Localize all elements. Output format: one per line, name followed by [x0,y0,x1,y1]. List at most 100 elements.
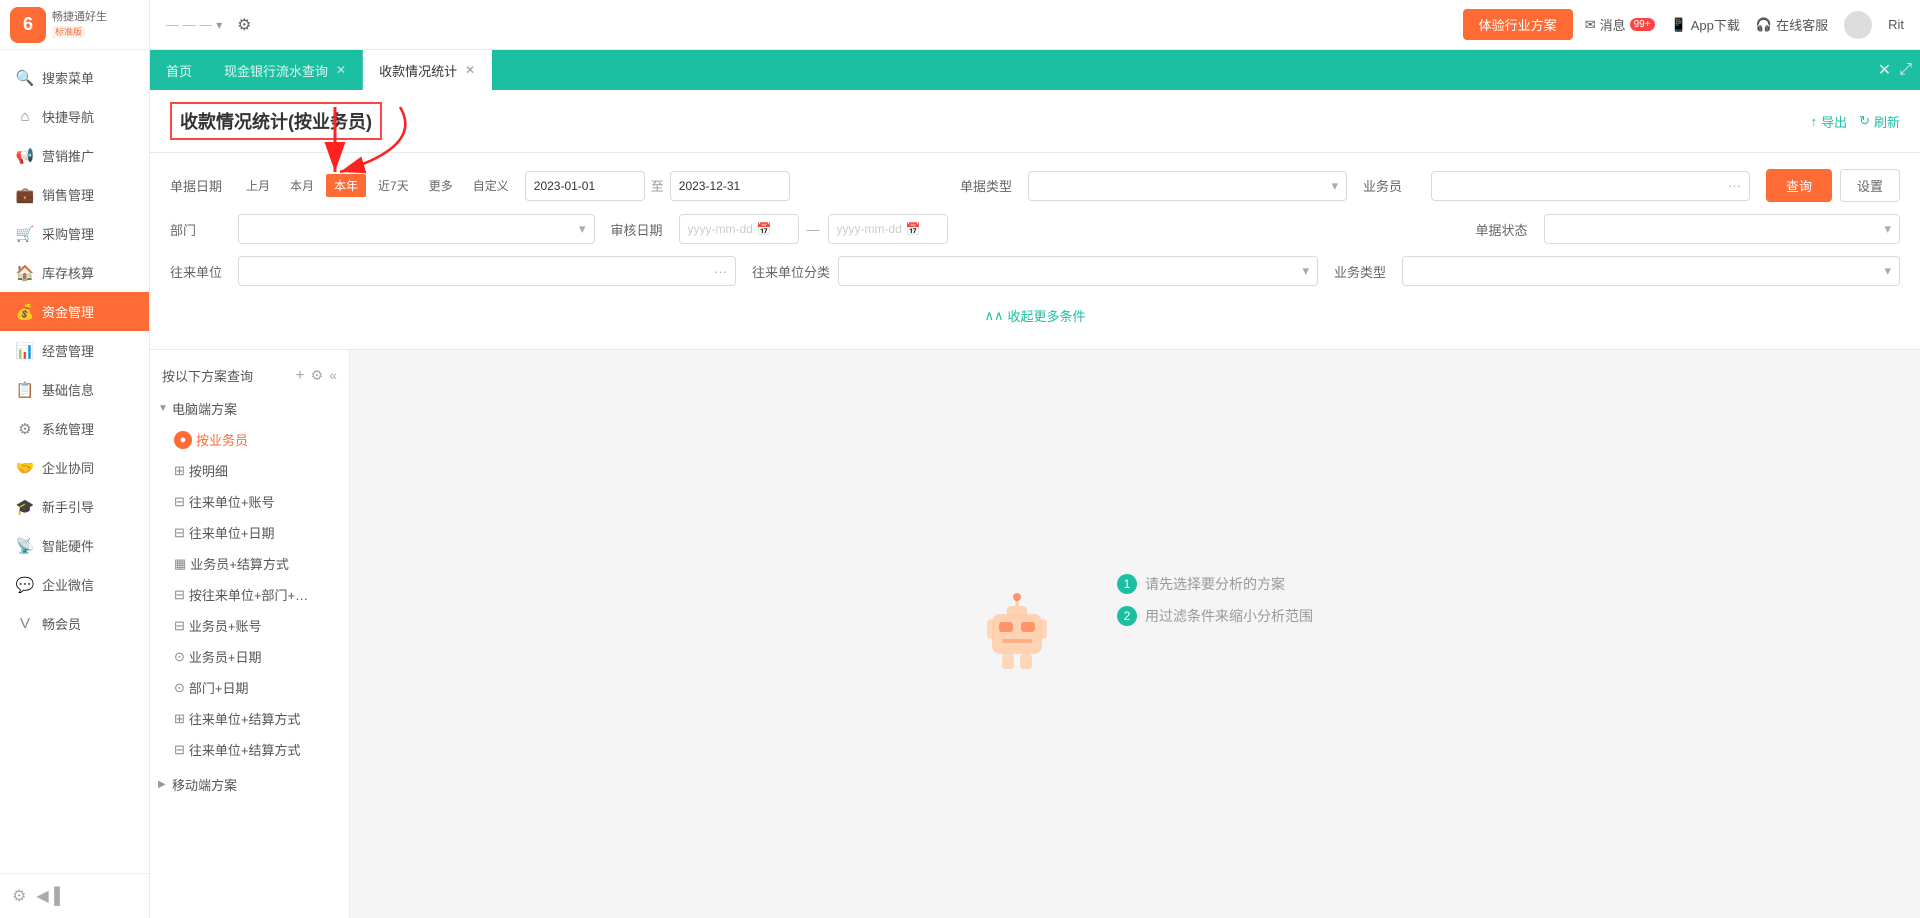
unit-account-icon: ⊟ [174,494,185,510]
enterprise-icon: 🤝 [16,459,34,477]
sidebar-item-guide[interactable]: 🎓 新手引导 [0,487,149,526]
empty-illustration [957,574,1077,694]
sidebar-item-inventory[interactable]: 🏠 库存核算 [0,253,149,292]
sidebar-item-label: 资金管理 [42,302,94,321]
app-download-action[interactable]: 📱 App下载 [1671,15,1740,34]
voucher-status-select[interactable]: ▾ [1544,214,1901,244]
sidebar-item-marketing[interactable]: 📢 营销推广 [0,136,149,175]
salesman-label: 业务员 [1363,176,1423,195]
page-title: 收款情况统计(按业务员) [170,102,382,140]
audit-date-from[interactable]: yyyy-mm-dd 📅 [679,214,799,244]
settings-footer-icon[interactable]: ⚙ [12,886,26,906]
tab-bank-flow-close[interactable]: ✕ [336,63,346,77]
date-tab-more[interactable]: 更多 [421,174,461,197]
collapse-btn[interactable]: ∧∧ 收起更多条件 [170,298,1900,333]
date-tab-last-month[interactable]: 上月 [238,174,278,197]
unit-date-icon: ⊟ [174,525,185,541]
tab-receipt-stats[interactable]: 收款情况统计 ✕ [363,50,492,90]
sidebar-item-wechat[interactable]: 💬 企业微信 [0,565,149,604]
hint-num-1: 1 [1117,574,1137,594]
breadcrumb-select[interactable]: — — — ▾ [166,17,222,32]
query-actions: 查询 设置 [1766,169,1900,202]
scheme-settings-icon[interactable]: ⚙ [311,367,324,385]
audit-date-to[interactable]: yyyy-mm-dd 📅 [828,214,948,244]
date-tab-this-month[interactable]: 本月 [282,174,322,197]
refresh-btn[interactable]: ↻ 刷新 [1859,112,1900,131]
tree-item-unit-date[interactable]: ⊟ 往来单位+日期 [150,517,349,548]
sidebar-item-search[interactable]: 🔍 搜索菜单 [0,58,149,97]
business-type-select[interactable]: ▾ [1402,256,1900,286]
settings-button[interactable]: 设置 [1840,169,1900,202]
tree-item-salesman-date[interactable]: ⊙ 业务员+日期 [150,641,349,672]
sidebar-item-label: 智能硬件 [42,536,94,555]
tree-item-detail[interactable]: ⊞ 按明细 [150,455,349,486]
export-btn[interactable]: ↑ 导出 [1811,112,1848,131]
sidebar-item-sales[interactable]: 💼 销售管理 [0,175,149,214]
sidebar-item-operations[interactable]: 📊 经营管理 [0,331,149,370]
tab-home[interactable]: 首页 [150,61,208,80]
date-tab-this-year[interactable]: 本年 [326,174,366,197]
tree-item-dept-date[interactable]: ⊙ 部门+日期 [150,672,349,703]
tree-item-unit-settlement1[interactable]: ⊞ 往来单位+结算方式 [150,703,349,734]
expand-icon[interactable]: ◀▐ [36,886,60,906]
hint-text-1: 请先选择要分析的方案 [1145,574,1285,594]
sidebar-item-label: 经营管理 [42,341,94,360]
sidebar-item-label: 销售管理 [42,185,94,204]
sidebar-item-basic[interactable]: 📋 基础信息 [0,370,149,409]
system-icon: ⚙ [16,420,34,438]
tree-item-unit-settlement2[interactable]: ⊟ 往来单位+结算方式 [150,734,349,765]
service-icon: 🎧 [1756,17,1772,33]
sidebar-item-system[interactable]: ⚙ 系统管理 [0,409,149,448]
collapse-panel-icon[interactable]: « [329,367,337,385]
online-service-action[interactable]: 🎧 在线客服 [1756,15,1828,34]
query-button[interactable]: 查询 [1766,169,1832,202]
sidebar-item-purchase[interactable]: 🛒 采购管理 [0,214,149,253]
tree-item-salesman-account[interactable]: ⊟ 业务员+账号 [150,610,349,641]
sidebar-item-enterprise[interactable]: 🤝 企业协同 [0,448,149,487]
filter-item-counterpart: 往来单位 ··· [170,256,736,286]
date-tab-7days[interactable]: 近7天 [370,174,417,197]
date-to-input[interactable]: 2023-12-31 [670,171,790,201]
dept-select[interactable]: ▾ [238,214,595,244]
tab-close-all-icon[interactable]: ✕ [1878,60,1891,80]
tree-item-label: 往来单位+结算方式 [189,740,301,759]
tab-receipt-stats-close[interactable]: ✕ [465,63,475,77]
tree-group-mobile[interactable]: ▶ 移动端方案 [150,769,349,800]
messages-label: 消息 [1600,15,1626,34]
tree-item-label: 往来单位+日期 [189,523,275,542]
messages-action[interactable]: ✉ 消息 99+ [1585,15,1655,34]
wechat-icon: 💬 [16,576,34,594]
tree-item-salesman-settlement[interactable]: ▦ 业务员+结算方式 [150,548,349,579]
finance-icon: 💰 [16,303,34,321]
tab-maximize-icon[interactable]: ⤢ [1899,61,1912,79]
trial-button[interactable]: 体验行业方案 [1463,9,1573,40]
left-panel: 按以下方案查询 + ⚙ « ▼ 电脑端方案 [150,350,350,918]
tree-item-unit-dept[interactable]: ⊟ 按往来单位+部门+收... [150,579,349,610]
sidebar-item-label: 库存核算 [42,263,94,282]
unit-settlement1-icon: ⊞ [174,711,185,727]
sidebar-item-member[interactable]: V 畅会员 [0,604,149,643]
add-scheme-icon[interactable]: + [295,367,304,385]
user-avatar[interactable] [1844,11,1872,39]
date-tab-custom[interactable]: 自定义 [465,174,517,197]
date-from-input[interactable]: 2023-01-01 [525,171,645,201]
tree-item-label: 按往来单位+部门+收... [189,585,319,604]
active-scheme-icon: ● [174,431,192,449]
sidebar-item-quicknav[interactable]: ⌂ 快捷导航 [0,97,149,136]
tree-group-desktop[interactable]: ▼ 电脑端方案 [150,393,349,424]
salesman-select[interactable]: ··· [1431,171,1750,201]
counterpart-select[interactable]: ··· [238,256,736,286]
date-label: 单据日期 [170,176,230,195]
hardware-icon: 📡 [16,537,34,555]
filter-panel: 单据日期 上月 本月 本年 近7天 更多 自定义 2023-01-01 [150,153,1920,350]
tree-item-by-salesman[interactable]: ● 按业务员 [150,424,349,455]
export-label: 导出 [1821,112,1847,131]
tab-receipt-stats-label: 收款情况统计 [379,61,457,80]
sidebar-item-hardware[interactable]: 📡 智能硬件 [0,526,149,565]
tab-bank-flow[interactable]: 现金银行流水查询 ✕ [208,50,363,90]
counterpart-category-select[interactable]: ▾ [838,256,1318,286]
sidebar-item-finance[interactable]: 💰 资金管理 [0,292,149,331]
header-settings-btn[interactable]: ⚙ [230,11,258,39]
tree-item-unit-account[interactable]: ⊟ 往来单位+账号 [150,486,349,517]
voucher-type-select[interactable]: ▾ [1028,171,1347,201]
